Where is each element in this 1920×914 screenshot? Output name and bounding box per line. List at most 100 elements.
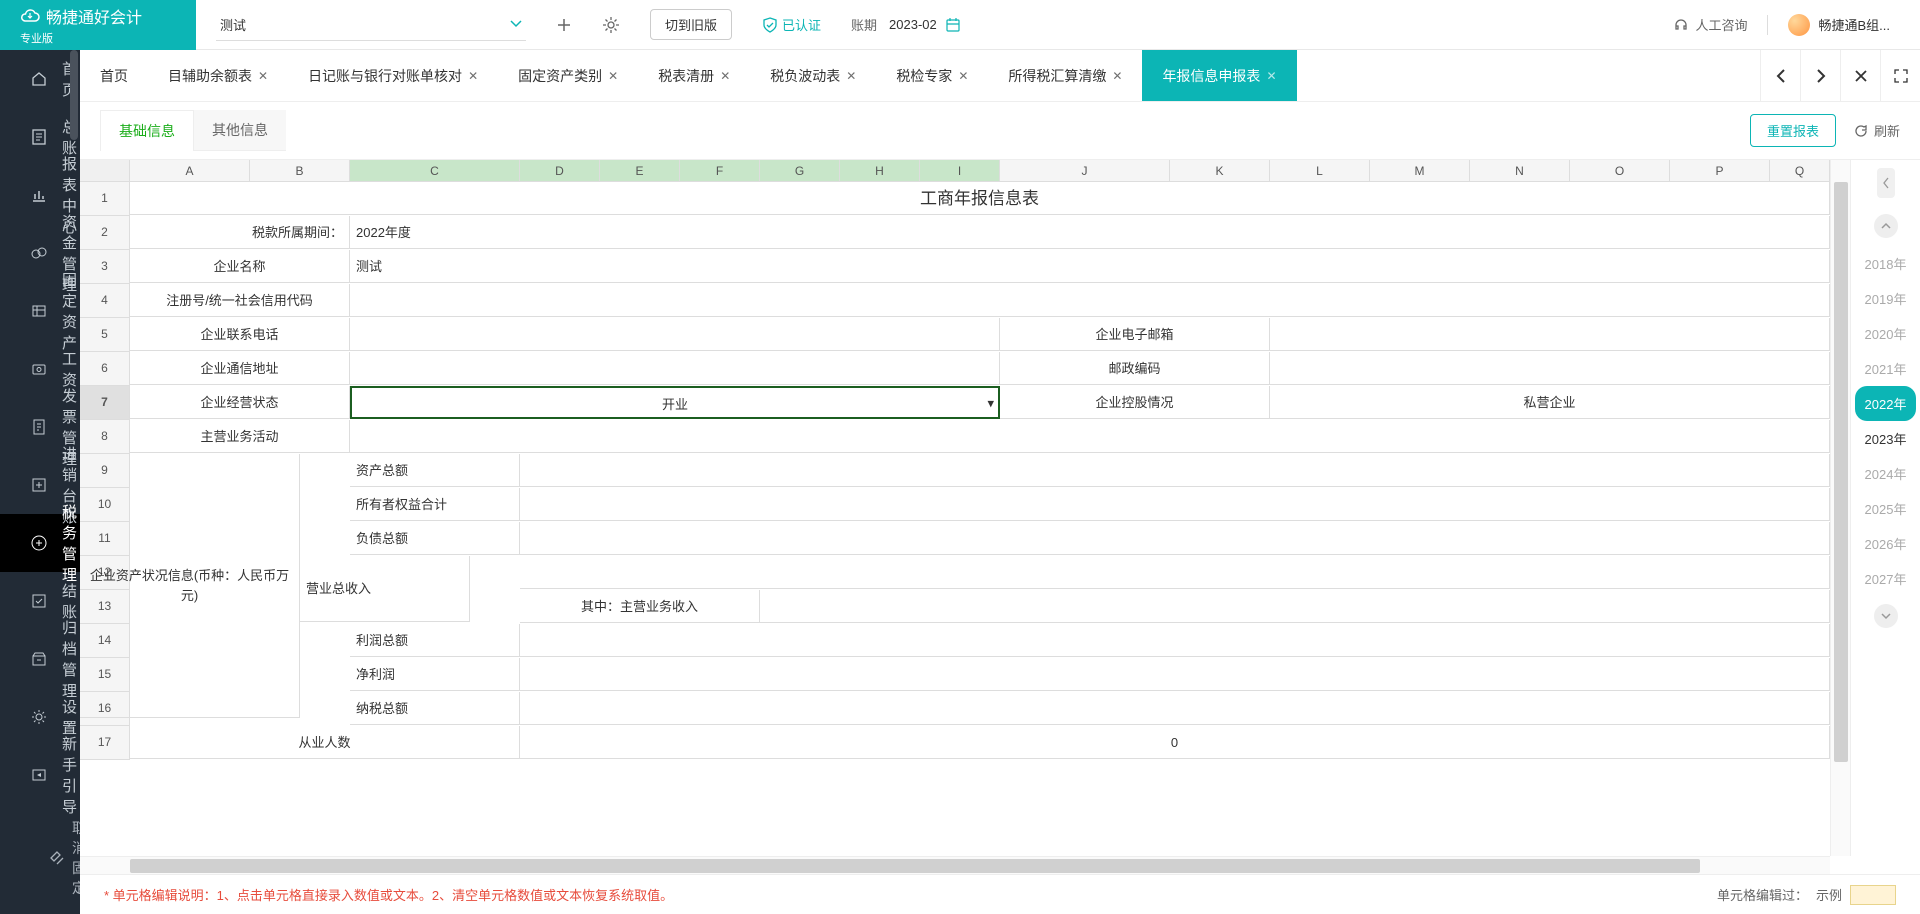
cell[interactable]: [350, 420, 1830, 453]
sidebar-item-archive[interactable]: 归档管理: [0, 630, 80, 688]
row-header[interactable]: 2: [80, 216, 130, 250]
column-header[interactable]: Q: [1770, 160, 1830, 182]
row-header[interactable]: 7: [80, 386, 130, 420]
reset-button[interactable]: 重置报表: [1750, 114, 1836, 147]
year-option[interactable]: 2021年: [1855, 351, 1917, 386]
cell[interactable]: [1270, 318, 1830, 351]
year-option[interactable]: 2026年: [1855, 526, 1917, 561]
status-dropdown[interactable]: 开业▾: [350, 386, 1000, 419]
cell[interactable]: 企业经营状态: [130, 386, 350, 419]
cell[interactable]: 2022年度: [350, 216, 1830, 249]
spreadsheet[interactable]: ABCDEFGHIJKLMNOPQ 1工商年报信息表2税款所属期间：2022年度…: [80, 160, 1830, 856]
column-header[interactable]: J: [1000, 160, 1170, 182]
column-header[interactable]: L: [1270, 160, 1370, 182]
tab[interactable]: 固定资产类别✕: [498, 50, 638, 101]
cell[interactable]: [520, 624, 1830, 657]
tabs-prev-button[interactable]: [1760, 50, 1800, 102]
row-header[interactable]: 8: [80, 420, 130, 454]
cell[interactable]: [350, 352, 1000, 385]
year-option[interactable]: 2018年: [1855, 246, 1917, 281]
row-header[interactable]: 4: [80, 284, 130, 318]
scrollbar-thumb[interactable]: [1834, 182, 1848, 762]
cell[interactable]: 净利润: [350, 658, 520, 691]
unpin-button[interactable]: 取消固定: [50, 818, 80, 898]
horizontal-scrollbar[interactable]: [80, 856, 1830, 874]
year-option[interactable]: 2019年: [1855, 281, 1917, 316]
gear-icon[interactable]: [602, 16, 620, 34]
cell[interactable]: [760, 590, 1830, 623]
cell[interactable]: [520, 488, 1830, 521]
year-option[interactable]: 2020年: [1855, 316, 1917, 351]
cell[interactable]: [520, 556, 1830, 589]
cell[interactable]: [520, 454, 1830, 487]
select-all-corner[interactable]: [80, 160, 130, 182]
column-header[interactable]: F: [680, 160, 760, 182]
tabs-next-button[interactable]: [1800, 50, 1840, 102]
sidebar-item-asset[interactable]: 固定资产: [0, 282, 80, 340]
year-option[interactable]: 2022年: [1855, 386, 1917, 421]
year-option[interactable]: 2023年: [1855, 421, 1917, 456]
tab[interactable]: 年报信息申报表✕: [1142, 50, 1296, 101]
column-header[interactable]: O: [1570, 160, 1670, 182]
cell[interactable]: 注册号/统一社会信用代码: [130, 284, 350, 317]
row-header[interactable]: 3: [80, 250, 130, 284]
cell[interactable]: 企业名称: [130, 250, 350, 283]
cell[interactable]: 0: [520, 726, 1830, 759]
close-icon[interactable]: ✕: [1112, 69, 1122, 83]
column-header[interactable]: C: [350, 160, 520, 182]
close-icon[interactable]: ✕: [958, 69, 968, 83]
cell[interactable]: [350, 284, 1830, 317]
subtab-other[interactable]: 其他信息: [194, 110, 286, 151]
switch-old-button[interactable]: 切到旧版: [650, 9, 732, 40]
cell[interactable]: 税款所属期间：: [130, 216, 350, 249]
fullscreen-button[interactable]: [1880, 50, 1920, 102]
cell[interactable]: [350, 318, 1000, 351]
tab[interactable]: 税表清册✕: [638, 50, 750, 101]
column-header[interactable]: P: [1670, 160, 1770, 182]
cell[interactable]: 资产总额: [350, 454, 520, 487]
column-header[interactable]: B: [250, 160, 350, 182]
row-header[interactable]: 6: [80, 352, 130, 386]
scrollbar-thumb[interactable]: [70, 50, 78, 140]
tab[interactable]: 日记账与银行对账单核对✕: [288, 50, 498, 101]
cell[interactable]: 利润总额: [350, 624, 520, 657]
tab[interactable]: 税负波动表✕: [750, 50, 876, 101]
consult-button[interactable]: 人工咨询: [1673, 15, 1747, 34]
row-header[interactable]: 5: [80, 318, 130, 352]
row-header[interactable]: 17: [80, 726, 130, 760]
sidebar-item-guide[interactable]: 新手引导: [0, 746, 80, 804]
year-panel-collapse[interactable]: [1877, 168, 1895, 198]
column-header[interactable]: K: [1170, 160, 1270, 182]
cell[interactable]: 企业控股情况: [1000, 386, 1270, 419]
year-option[interactable]: 2027年: [1855, 561, 1917, 596]
user-menu[interactable]: 畅捷通B组...: [1788, 14, 1890, 36]
close-icon[interactable]: ✕: [468, 69, 478, 83]
cell[interactable]: 主营业务活动: [130, 420, 350, 453]
year-option[interactable]: 2025年: [1855, 491, 1917, 526]
cell[interactable]: 企业电子邮箱: [1000, 318, 1270, 351]
year-option[interactable]: 2024年: [1855, 456, 1917, 491]
tab[interactable]: 首页: [80, 50, 148, 101]
cell[interactable]: 邮政编码: [1000, 352, 1270, 385]
cell[interactable]: 企业通信地址: [130, 352, 350, 385]
tab[interactable]: 目辅助余额表✕: [148, 50, 288, 101]
column-header[interactable]: M: [1370, 160, 1470, 182]
year-down-button[interactable]: [1874, 604, 1898, 628]
cell[interactable]: [520, 522, 1830, 555]
cell[interactable]: 纳税总额: [350, 692, 520, 725]
close-icon[interactable]: ✕: [720, 69, 730, 83]
subtab-basic[interactable]: 基础信息: [100, 110, 194, 151]
column-header[interactable]: I: [920, 160, 1000, 182]
sidebar-item-tax[interactable]: 税务管理: [0, 514, 80, 572]
cell[interactable]: [520, 692, 1830, 725]
tab[interactable]: 所得税汇算清缴✕: [988, 50, 1142, 101]
cell[interactable]: 负债总额: [350, 522, 520, 555]
vertical-scrollbar[interactable]: [1830, 160, 1850, 856]
company-selector[interactable]: 测试: [216, 9, 526, 41]
cell[interactable]: 从业人数: [130, 726, 520, 759]
year-up-button[interactable]: [1874, 214, 1898, 238]
close-all-tabs-button[interactable]: [1840, 50, 1880, 102]
tab[interactable]: 税检专家✕: [876, 50, 988, 101]
column-header[interactable]: A: [130, 160, 250, 182]
sidebar-item-home[interactable]: 首页: [0, 50, 80, 108]
